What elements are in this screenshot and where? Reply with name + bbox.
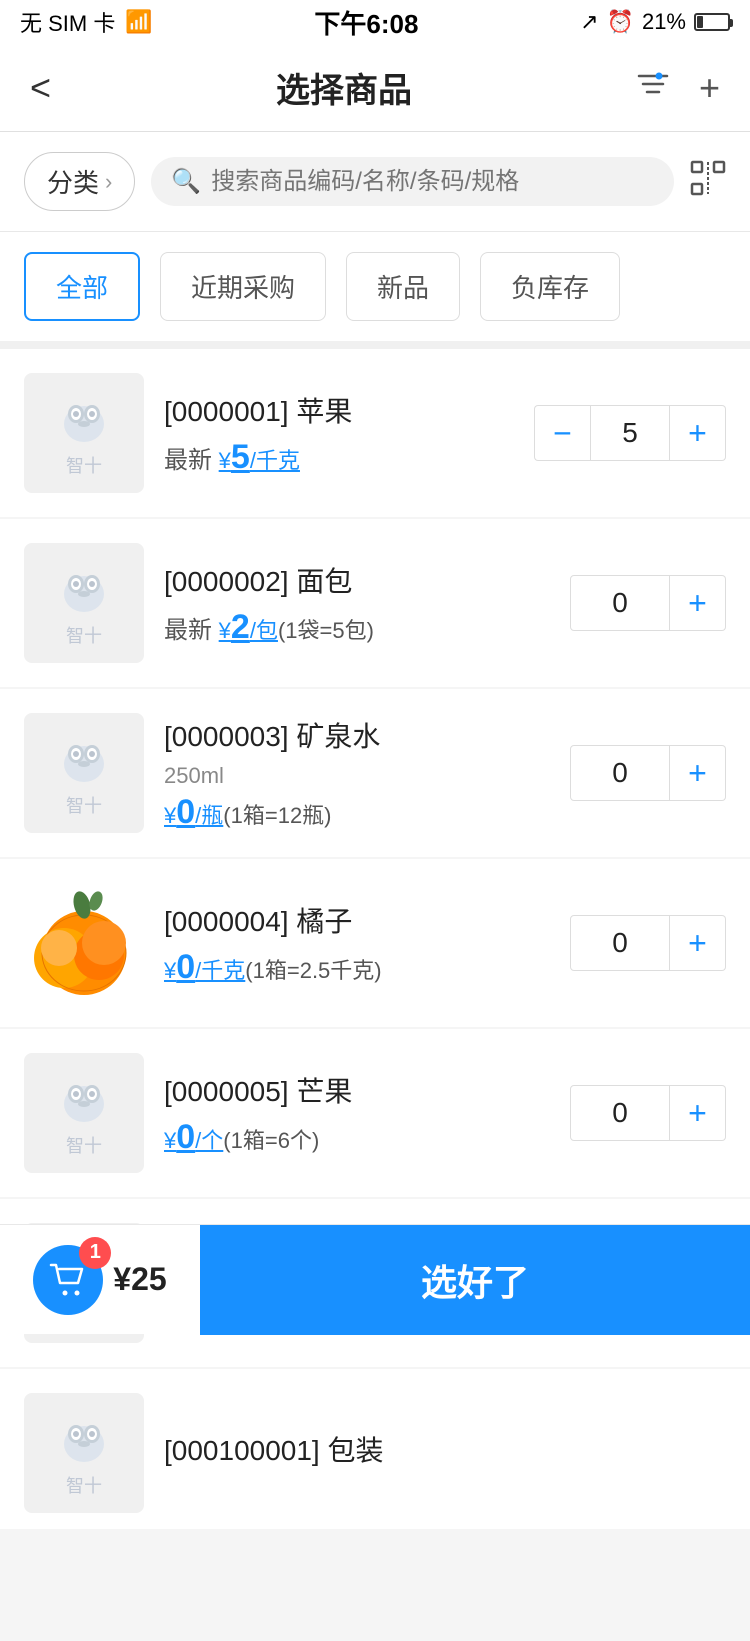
qty-plus-button[interactable]: +	[670, 405, 726, 461]
product-name: [0000001] 苹果	[164, 390, 514, 430]
product-name: [0000003] 矿泉水	[164, 715, 550, 755]
search-icon: 🔍	[171, 167, 201, 196]
alarm-icon: ⏰	[607, 9, 634, 35]
product-name: [0000002] 面包	[164, 560, 550, 600]
qty-control-0000004: +	[570, 915, 726, 971]
add-button[interactable]: +	[699, 67, 720, 109]
tab-recent[interactable]: 近期采购	[160, 252, 326, 321]
product-image-0000005: 智十	[24, 1053, 144, 1173]
qty-input[interactable]	[570, 1085, 670, 1141]
qty-input[interactable]	[570, 915, 670, 971]
category-label: 分类	[47, 163, 99, 200]
qty-control-0000005: +	[570, 1085, 726, 1141]
product-image-0000003: 智十	[24, 713, 144, 833]
product-name: [0000005] 芒果	[164, 1070, 550, 1110]
product-price: ¥0/瓶(1箱=12瓶)	[164, 793, 550, 832]
qty-plus-button[interactable]: +	[670, 575, 726, 631]
qty-control-0000001: − +	[534, 405, 726, 461]
chevron-right-icon: ›	[105, 169, 112, 195]
qty-control-0000002: +	[570, 575, 726, 631]
cart-badge: 1	[79, 1237, 111, 1269]
bottom-bar: 1 ¥25 选好了	[0, 1224, 750, 1334]
cart-section: 1 ¥25	[0, 1245, 200, 1315]
product-name: [0000004] 橘子	[164, 900, 550, 940]
category-button[interactable]: 分类 ›	[24, 152, 135, 211]
product-info-0000003: [0000003] 矿泉水 250ml ¥0/瓶(1箱=12瓶)	[164, 715, 550, 832]
product-name: [000100001] 包装	[164, 1429, 726, 1469]
cart-icon[interactable]: 1	[33, 1245, 103, 1315]
cart-total: ¥25	[113, 1261, 166, 1298]
confirm-button[interactable]: 选好了	[200, 1225, 750, 1335]
wifi-icon: 📶	[125, 9, 152, 35]
table-row: [0000004] 橘子 ¥0/千克(1箱=2.5千克) +	[0, 859, 750, 1027]
table-row: 智十 [0000002] 面包 最新 ¥2/包(1袋=5包) +	[0, 519, 750, 687]
nav-bar: < 选择商品 +	[0, 44, 750, 132]
search-bar-section: 分类 › 🔍	[0, 132, 750, 232]
product-image-0000004	[24, 883, 144, 1003]
search-input[interactable]	[211, 168, 654, 196]
qty-plus-button[interactable]: +	[670, 1085, 726, 1141]
product-price: ¥0/个(1箱=6个)	[164, 1118, 550, 1157]
qty-plus-button[interactable]: +	[670, 745, 726, 801]
product-price: 最新 ¥2/包(1袋=5包)	[164, 608, 550, 647]
qty-plus-button[interactable]: +	[670, 915, 726, 971]
table-row: 智十 [0000003] 矿泉水 250ml ¥0/瓶(1箱=12瓶) +	[0, 689, 750, 857]
product-info-0000002: [0000002] 面包 最新 ¥2/包(1袋=5包)	[164, 560, 550, 647]
status-time: 下午6:08	[314, 4, 418, 41]
battery-percent: 21%	[642, 9, 686, 35]
product-image-0000001: 智十	[24, 373, 144, 493]
tab-new[interactable]: 新品	[346, 252, 460, 321]
qty-control-0000003: +	[570, 745, 726, 801]
back-button[interactable]: <	[30, 67, 51, 109]
location-icon: ↗	[580, 9, 598, 35]
tab-negative[interactable]: 负库存	[480, 252, 620, 321]
qty-minus-button[interactable]: −	[534, 405, 590, 461]
product-image-000100001: 智十	[24, 1393, 144, 1513]
product-info-0000004: [0000004] 橘子 ¥0/千克(1箱=2.5千克)	[164, 900, 550, 987]
status-left: 无 SIM 卡 📶	[20, 6, 153, 38]
product-spec: 250ml	[164, 763, 550, 789]
product-info-0000005: [0000005] 芒果 ¥0/个(1箱=6个)	[164, 1070, 550, 1157]
table-row: 智十 [0000005] 芒果 ¥0/个(1箱=6个) +	[0, 1029, 750, 1197]
status-right: ↗ ⏰ 21%	[580, 9, 730, 35]
product-image-0000002: 智十	[24, 543, 144, 663]
qty-input[interactable]	[570, 575, 670, 631]
product-info-0000001: [0000001] 苹果 最新 ¥5/千克	[164, 390, 514, 477]
product-price: 最新 ¥5/千克	[164, 438, 514, 477]
tab-all[interactable]: 全部	[24, 252, 140, 321]
qty-input[interactable]	[570, 745, 670, 801]
product-price: ¥0/千克(1箱=2.5千克)	[164, 948, 550, 987]
page-title: 选择商品	[276, 63, 412, 112]
qty-input[interactable]	[590, 405, 670, 461]
table-row: 智十 [000100001] 包装	[0, 1369, 750, 1529]
status-bar: 无 SIM 卡 📶 下午6:08 ↗ ⏰ 21%	[0, 0, 750, 44]
battery-icon	[694, 13, 730, 31]
nav-actions: +	[637, 67, 720, 109]
product-info-000100001: [000100001] 包装	[164, 1429, 726, 1477]
table-row: 智十 [0000001] 苹果 最新 ¥5/千克 − +	[0, 349, 750, 517]
filter-icon[interactable]	[637, 70, 669, 106]
tab-section: 全部 近期采购 新品 负库存	[0, 232, 750, 349]
product-list: 智十 [0000001] 苹果 最新 ¥5/千克 − +	[0, 349, 750, 1529]
search-input-wrapper: 🔍	[151, 157, 674, 206]
scan-icon[interactable]	[690, 160, 726, 203]
carrier-text: 无 SIM 卡	[20, 6, 115, 38]
